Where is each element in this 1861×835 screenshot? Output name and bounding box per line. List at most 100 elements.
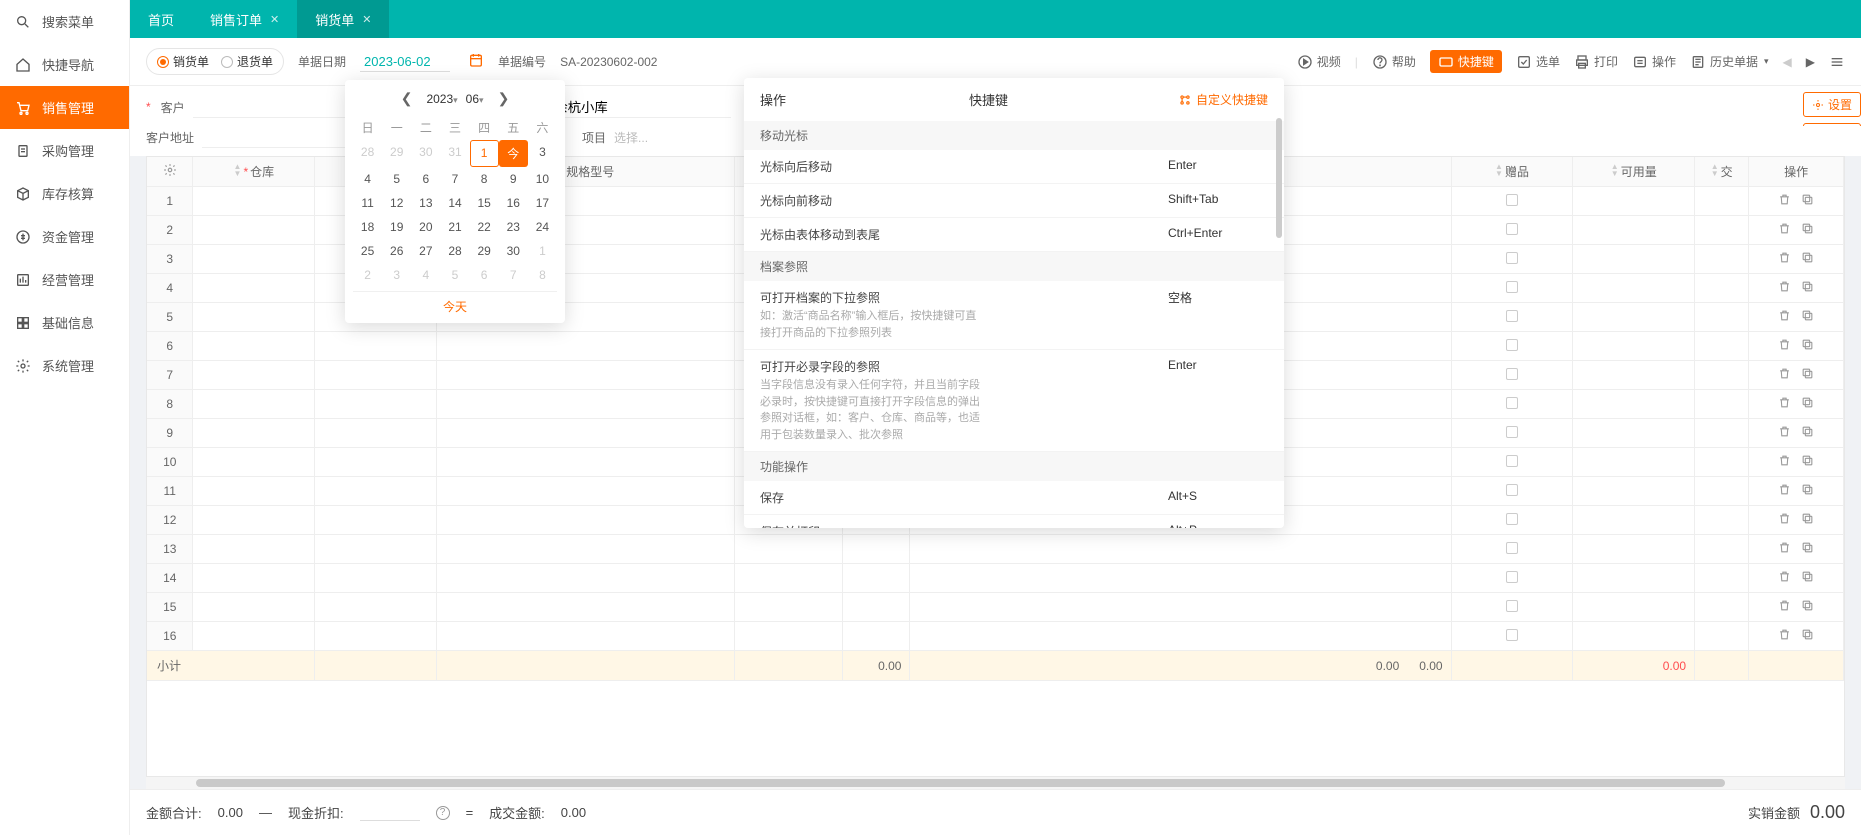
cal-day[interactable]: 12 <box>382 191 411 215</box>
close-icon[interactable]: ✕ <box>362 13 371 26</box>
gift-checkbox[interactable] <box>1506 455 1518 467</box>
date-input[interactable] <box>360 52 450 72</box>
gift-checkbox[interactable] <box>1506 571 1518 583</box>
info-icon[interactable]: ? <box>436 806 450 820</box>
col-gift[interactable]: ▲▼赠品 <box>1451 157 1573 187</box>
sidebar-item-purchase[interactable]: 采购管理 <box>0 129 129 172</box>
discount-input[interactable] <box>360 805 420 821</box>
delete-row-icon[interactable] <box>1778 195 1791 209</box>
gift-checkbox[interactable] <box>1506 368 1518 380</box>
cal-day-other[interactable]: 8 <box>528 263 557 287</box>
cal-day-other[interactable]: 31 <box>440 140 469 167</box>
cal-day[interactable]: 19 <box>382 215 411 239</box>
cal-day[interactable]: 26 <box>382 239 411 263</box>
cal-day[interactable]: 22 <box>470 215 499 239</box>
help-button[interactable]: 帮助 <box>1372 53 1416 70</box>
gift-checkbox[interactable] <box>1506 629 1518 641</box>
cal-day[interactable]: 7 <box>440 167 469 191</box>
copy-row-icon[interactable] <box>1801 427 1814 441</box>
sidebar-item-inventory[interactable]: 库存核算 <box>0 172 129 215</box>
sidebar-item-quicknav[interactable]: 快捷导航 <box>0 43 129 86</box>
col-warehouse[interactable]: ▲▼*仓库 <box>193 157 315 187</box>
gift-checkbox[interactable] <box>1506 194 1518 206</box>
project-input[interactable]: 选择... <box>614 129 648 146</box>
cal-day[interactable]: 29 <box>470 239 499 263</box>
settings-button[interactable]: 设置 <box>1803 92 1861 117</box>
tab-sales-order[interactable]: 销售订单✕ <box>192 0 297 38</box>
radio-return[interactable]: 退货单 <box>221 53 273 70</box>
copy-row-icon[interactable] <box>1801 369 1814 383</box>
gift-checkbox[interactable] <box>1506 484 1518 496</box>
warehouse-input[interactable] <box>554 96 731 118</box>
table-row[interactable]: 14 <box>147 564 1844 593</box>
cal-month[interactable]: 06▾ <box>466 92 484 106</box>
table-row[interactable]: 16 <box>147 622 1844 651</box>
delete-row-icon[interactable] <box>1778 253 1791 267</box>
cal-day-other[interactable]: 5 <box>440 263 469 287</box>
gift-checkbox[interactable] <box>1506 513 1518 525</box>
copy-row-icon[interactable] <box>1801 398 1814 412</box>
sidebar-item-funds[interactable]: 资金管理 <box>0 215 129 258</box>
sidebar-item-search[interactable]: 搜索菜单 <box>0 0 129 43</box>
cal-day-other[interactable]: 7 <box>499 263 528 287</box>
cal-day-other[interactable]: 28 <box>353 140 382 167</box>
delete-row-icon[interactable] <box>1778 398 1791 412</box>
cal-day[interactable]: 28 <box>440 239 469 263</box>
col-deliver[interactable]: ▲▼交 <box>1695 157 1749 187</box>
menu-button[interactable] <box>1829 54 1845 70</box>
cal-day[interactable]: 8 <box>470 167 499 191</box>
customer-input[interactable] <box>193 96 370 118</box>
cal-day[interactable]: 11 <box>353 191 382 215</box>
cal-day[interactable]: 10 <box>528 167 557 191</box>
cal-day[interactable]: 20 <box>411 215 440 239</box>
cal-day[interactable]: 4 <box>353 167 382 191</box>
panel-scrollbar[interactable] <box>1276 118 1282 524</box>
copy-row-icon[interactable] <box>1801 601 1814 615</box>
cal-day[interactable]: 23 <box>499 215 528 239</box>
gift-checkbox[interactable] <box>1506 542 1518 554</box>
cal-day-other[interactable]: 3 <box>382 263 411 287</box>
cal-day[interactable]: 3 <box>528 140 557 167</box>
gift-checkbox[interactable] <box>1506 397 1518 409</box>
gift-checkbox[interactable] <box>1506 426 1518 438</box>
copy-row-icon[interactable] <box>1801 630 1814 644</box>
sidebar-item-business[interactable]: 经营管理 <box>0 258 129 301</box>
cal-day[interactable]: 17 <box>528 191 557 215</box>
copy-row-icon[interactable] <box>1801 543 1814 557</box>
copy-row-icon[interactable] <box>1801 311 1814 325</box>
cal-day[interactable]: 5 <box>382 167 411 191</box>
copy-row-icon[interactable] <box>1801 456 1814 470</box>
gift-checkbox[interactable] <box>1506 281 1518 293</box>
delete-row-icon[interactable] <box>1778 369 1791 383</box>
video-button[interactable]: 视频 <box>1297 53 1341 70</box>
cal-day[interactable]: 25 <box>353 239 382 263</box>
cal-day[interactable]: 27 <box>411 239 440 263</box>
cal-day-other[interactable]: 6 <box>470 263 499 287</box>
cal-day[interactable]: 1 <box>470 140 499 167</box>
copy-row-icon[interactable] <box>1801 572 1814 586</box>
delete-row-icon[interactable] <box>1778 572 1791 586</box>
tab-sales-slip[interactable]: 销货单✕ <box>297 0 389 38</box>
custom-shortcut-link[interactable]: 自定义快捷键 <box>1178 91 1268 108</box>
tab-home[interactable]: 首页 <box>130 0 192 38</box>
gift-checkbox[interactable] <box>1506 223 1518 235</box>
delete-row-icon[interactable] <box>1778 224 1791 238</box>
delete-row-icon[interactable] <box>1778 340 1791 354</box>
cal-day[interactable]: 9 <box>499 167 528 191</box>
history-button[interactable]: 历史单据▾ <box>1690 53 1769 70</box>
hotkey-button[interactable]: 快捷键 <box>1430 50 1502 73</box>
cal-next[interactable]: ❯ <box>492 90 516 107</box>
delete-row-icon[interactable] <box>1778 282 1791 296</box>
prev-button[interactable]: ◀ <box>1783 55 1792 69</box>
sidebar-item-system[interactable]: 系统管理 <box>0 344 129 387</box>
copy-row-icon[interactable] <box>1801 340 1814 354</box>
sidebar-item-basic[interactable]: 基础信息 <box>0 301 129 344</box>
operate-button[interactable]: 操作 <box>1632 53 1676 70</box>
copy-row-icon[interactable] <box>1801 253 1814 267</box>
delete-row-icon[interactable] <box>1778 630 1791 644</box>
cal-day-other[interactable]: 4 <box>411 263 440 287</box>
radio-sales[interactable]: 销货单 <box>157 53 209 70</box>
cal-day[interactable]: 6 <box>411 167 440 191</box>
copy-row-icon[interactable] <box>1801 485 1814 499</box>
gift-checkbox[interactable] <box>1506 600 1518 612</box>
